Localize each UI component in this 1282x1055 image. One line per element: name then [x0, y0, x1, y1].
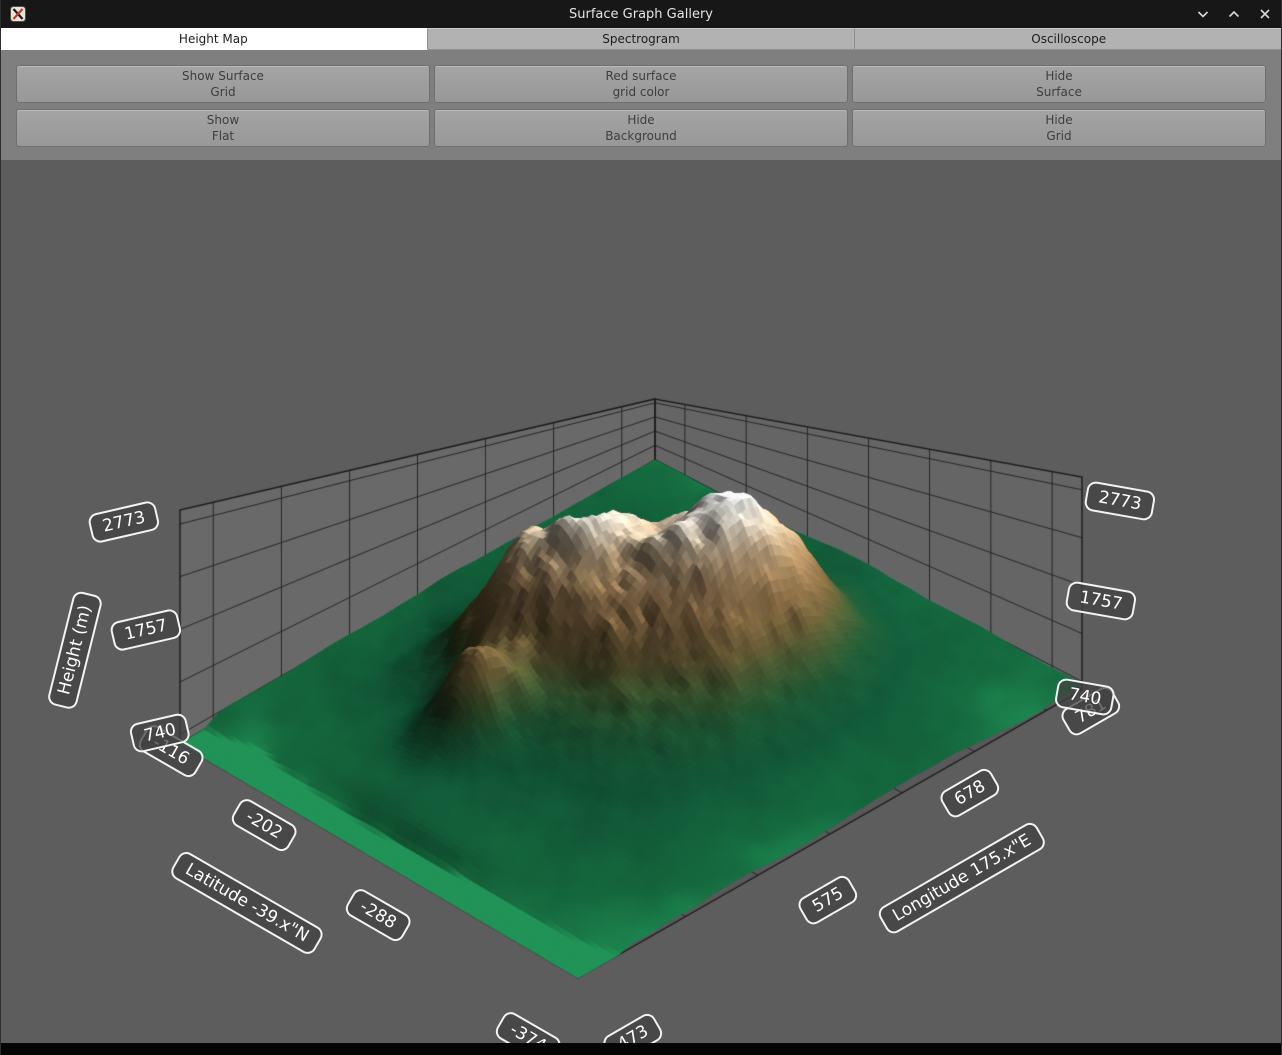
- window-controls: [1196, 7, 1272, 21]
- tab-spectrogram[interactable]: Spectrogram: [428, 28, 856, 50]
- surface-plot: -116 -202 -288 -374 781 678 575 473 Lati…: [0, 160, 1282, 1043]
- show-flat-button[interactable]: Show Flat: [16, 109, 430, 147]
- app-window: Surface Graph Gallery Height Map Spectro…: [0, 0, 1282, 1055]
- tab-oscilloscope[interactable]: Oscilloscope: [855, 28, 1282, 50]
- tab-bar: Height Map Spectrogram Oscilloscope: [0, 28, 1282, 50]
- maximize-button[interactable]: [1227, 7, 1241, 21]
- control-panel: Show Surface Grid Red surface grid color…: [0, 50, 1282, 160]
- window-bottom-edge: [0, 1043, 1282, 1055]
- app-icon: [10, 6, 26, 22]
- tab-height-map[interactable]: Height Map: [0, 28, 428, 50]
- surface-grid-color-button[interactable]: Red surface grid color: [434, 65, 848, 103]
- shade-button[interactable]: [1196, 7, 1210, 21]
- close-button[interactable]: [1258, 7, 1272, 21]
- titlebar[interactable]: Surface Graph Gallery: [0, 0, 1282, 28]
- hide-background-button[interactable]: Hide Background: [434, 109, 848, 147]
- hide-grid-button[interactable]: Hide Grid: [852, 109, 1266, 147]
- show-surface-grid-button[interactable]: Show Surface Grid: [16, 65, 430, 103]
- window-title: Surface Graph Gallery: [0, 7, 1282, 22]
- hide-surface-button[interactable]: Hide Surface: [852, 65, 1266, 103]
